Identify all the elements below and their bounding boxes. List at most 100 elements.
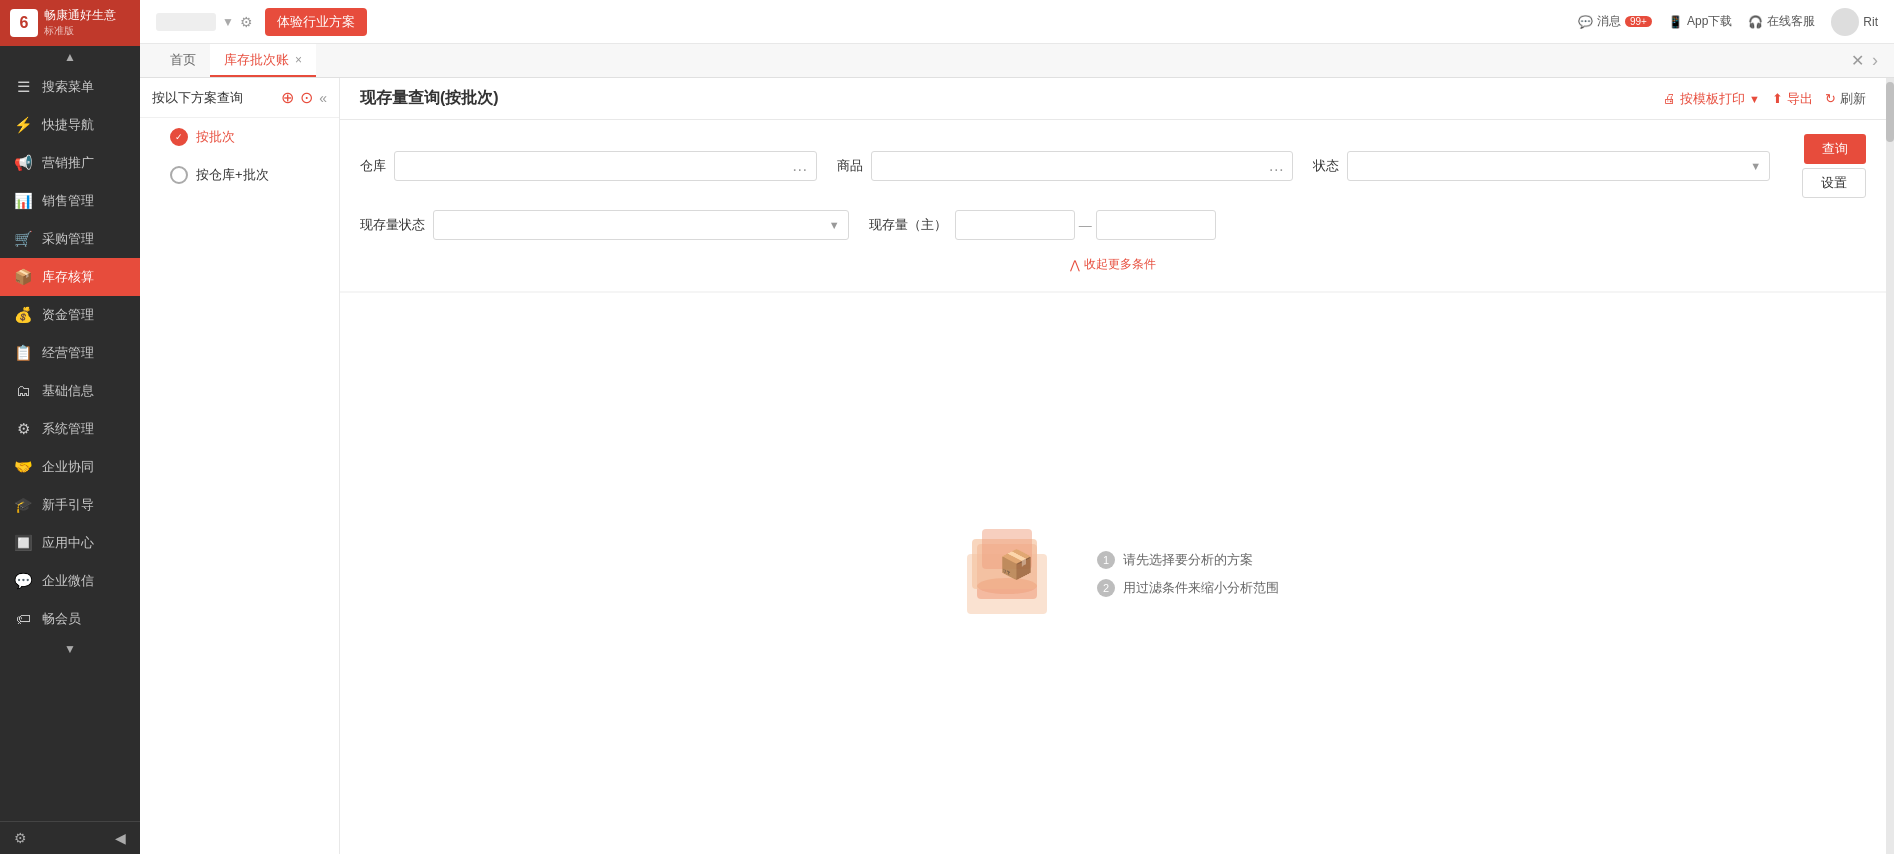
- export-btn[interactable]: ⬆ 导出: [1772, 90, 1813, 108]
- sidebar-item-label: 企业协同: [42, 458, 94, 476]
- empty-tip-2: 2 用过滤条件来缩小分析范围: [1097, 579, 1279, 597]
- search-row-1: 仓库 … 商品 … 状态: [360, 134, 1866, 198]
- sidebar-item-label: 应用中心: [42, 534, 94, 552]
- wx-icon: 💬: [14, 572, 32, 590]
- finance-icon: 💰: [14, 306, 32, 324]
- enterprise-icon: 🤝: [14, 458, 32, 476]
- sidebar-item-quick-nav[interactable]: ⚡ 快捷导航: [0, 106, 140, 144]
- sidebar-footer: ⚙ ◀: [0, 821, 140, 854]
- sidebar-item-search[interactable]: ☰ 搜索菜单: [0, 68, 140, 106]
- warehouse-more-btn[interactable]: …: [792, 157, 808, 175]
- empty-state: 📦 1 请先选择要分析的方案 2 用过滤条件来缩小分析范围: [340, 293, 1886, 854]
- sidebar-item-sales[interactable]: 📊 销售管理: [0, 182, 140, 220]
- collapse-label: 收起更多条件: [1084, 256, 1156, 273]
- sidebar-scroll-up[interactable]: ▲: [0, 46, 140, 68]
- right-scrollbar[interactable]: [1886, 78, 1894, 854]
- app-download-label: App下载: [1687, 13, 1732, 30]
- sidebar-item-operations[interactable]: 📋 经营管理: [0, 334, 140, 372]
- sidebar-item-label: 基础信息: [42, 382, 94, 400]
- app-download-btn[interactable]: 📱 App下载: [1668, 13, 1732, 30]
- product-input[interactable]: …: [871, 151, 1294, 181]
- sidebar-item-label: 系统管理: [42, 420, 94, 438]
- inventory-qty-min-input[interactable]: [955, 210, 1075, 240]
- settings-btn[interactable]: 设置: [1802, 168, 1866, 198]
- inventory-qty-max-input[interactable]: [1096, 210, 1216, 240]
- collapse-panel-btn[interactable]: «: [319, 90, 327, 106]
- inactive-scheme-indicator: [170, 166, 188, 184]
- status-field: 状态 ▼: [1313, 151, 1770, 181]
- system-icon: ⚙: [14, 420, 32, 438]
- page-header-actions: 🖨 按模板打印 ▼ ⬆ 导出 ↻ 刷新: [1663, 90, 1866, 108]
- user-btn[interactable]: Rit: [1831, 8, 1878, 36]
- app-version: 标准版: [44, 24, 116, 38]
- sidebar-item-label: 新手引导: [42, 496, 94, 514]
- warehouse-field: 仓库 …: [360, 151, 817, 181]
- sidebar-item-label: 快捷导航: [42, 116, 94, 134]
- add-scheme-btn[interactable]: ⊕: [281, 88, 294, 107]
- search-row-2: 现存量状态 ▼ 现存量（主） —: [360, 210, 1866, 240]
- settings-icon[interactable]: ⚙: [14, 830, 27, 846]
- inventory-qty-field: 现存量（主） —: [869, 210, 1358, 240]
- tab-active-label: 库存批次账: [224, 51, 289, 69]
- chevron-down-icon: ▼: [222, 15, 234, 29]
- scrollbar-thumb[interactable]: [1886, 82, 1894, 142]
- quick-nav-icon: ⚡: [14, 116, 32, 134]
- sidebar-item-inventory[interactable]: 📦 库存核算: [0, 258, 140, 296]
- filter-item-label: 按仓库+批次: [196, 166, 269, 184]
- message-btn[interactable]: 💬 消息 99+: [1578, 13, 1652, 30]
- sidebar-item-apps[interactable]: 🔲 应用中心: [0, 524, 140, 562]
- sidebar-item-wx[interactable]: 💬 企业微信: [0, 562, 140, 600]
- collapse-icon[interactable]: ◀: [115, 830, 126, 846]
- breadcrumb: ▼ ⚙: [156, 13, 253, 31]
- chevron-right-icon[interactable]: ›: [1872, 50, 1878, 71]
- sidebar-item-marketing[interactable]: 📢 营销推广: [0, 144, 140, 182]
- product-more-btn[interactable]: …: [1268, 157, 1284, 175]
- experience-btn[interactable]: 体验行业方案: [265, 8, 367, 36]
- query-btn[interactable]: 查询: [1804, 134, 1866, 164]
- tab-home[interactable]: 首页: [156, 44, 210, 77]
- inventory-status-select[interactable]: ▼: [433, 210, 849, 240]
- filter-item-by-warehouse-batch[interactable]: 按仓库+批次: [140, 156, 339, 194]
- refresh-btn[interactable]: ↻ 刷新: [1825, 90, 1866, 108]
- page-header: 现存量查询(按批次) 🖨 按模板打印 ▼ ⬆ 导出 ↻ 刷新: [340, 78, 1886, 120]
- sidebar-scroll-down[interactable]: ▼: [0, 638, 140, 660]
- scheme-settings-btn[interactable]: ⊙: [300, 88, 313, 107]
- export-label: 导出: [1787, 90, 1813, 108]
- status-dropdown-icon: ▼: [1750, 160, 1761, 172]
- print-icon: 🖨: [1663, 91, 1676, 106]
- topbar-right: 💬 消息 99+ 📱 App下载 🎧 在线客服 Rit: [1578, 8, 1878, 36]
- sidebar-item-newbie[interactable]: 🎓 新手引导: [0, 486, 140, 524]
- online-service-btn[interactable]: 🎧 在线客服: [1748, 13, 1815, 30]
- close-all-tabs-btn[interactable]: ✕: [1843, 51, 1872, 70]
- sales-icon: 📊: [14, 192, 32, 210]
- sidebar-item-system[interactable]: ⚙ 系统管理: [0, 410, 140, 448]
- apps-icon: 🔲: [14, 534, 32, 552]
- search-icon: ☰: [14, 78, 32, 96]
- export-icon: ⬆: [1772, 91, 1783, 106]
- sidebar-item-label: 畅会员: [42, 610, 81, 628]
- tab-close-btn[interactable]: ×: [295, 53, 302, 67]
- collapse-conditions-btn[interactable]: ⋀ 收起更多条件: [360, 252, 1866, 277]
- sidebar-item-purchase[interactable]: 🛒 采购管理: [0, 220, 140, 258]
- sidebar-item-finance[interactable]: 💰 资金管理: [0, 296, 140, 334]
- gear-icon[interactable]: ⚙: [240, 14, 253, 30]
- status-select[interactable]: ▼: [1347, 151, 1770, 181]
- print-btn[interactable]: 🖨 按模板打印 ▼: [1663, 90, 1760, 108]
- warehouse-label: 仓库: [360, 157, 386, 175]
- vip-icon: 🏷: [14, 610, 32, 628]
- refresh-label: 刷新: [1840, 90, 1866, 108]
- print-dropdown-icon[interactable]: ▼: [1749, 93, 1760, 105]
- sidebar-item-vip[interactable]: 🏷 畅会员: [0, 600, 140, 638]
- sidebar-item-enterprise[interactable]: 🤝 企业协同: [0, 448, 140, 486]
- tab-inventory-batch[interactable]: 库存批次账 ×: [210, 44, 316, 77]
- status-label: 状态: [1313, 157, 1339, 175]
- filter-item-by-batch[interactable]: ✓ 按批次: [140, 118, 339, 156]
- tab-home-label: 首页: [170, 51, 196, 69]
- inventory-status-label: 现存量状态: [360, 216, 425, 234]
- topbar: ▼ ⚙ 体验行业方案 💬 消息 99+ 📱 App下载 🎧 在线客服 Rit: [140, 0, 1894, 44]
- empty-illustration: 📦: [947, 514, 1067, 634]
- inventory-icon: 📦: [14, 268, 32, 286]
- sidebar-item-basic[interactable]: 🗂 基础信息: [0, 372, 140, 410]
- warehouse-input[interactable]: …: [394, 151, 817, 181]
- content-area: 按以下方案查询 ⊕ ⊙ « ✓ 按批次 按仓库+批次 现存量查询(按批次): [140, 78, 1894, 854]
